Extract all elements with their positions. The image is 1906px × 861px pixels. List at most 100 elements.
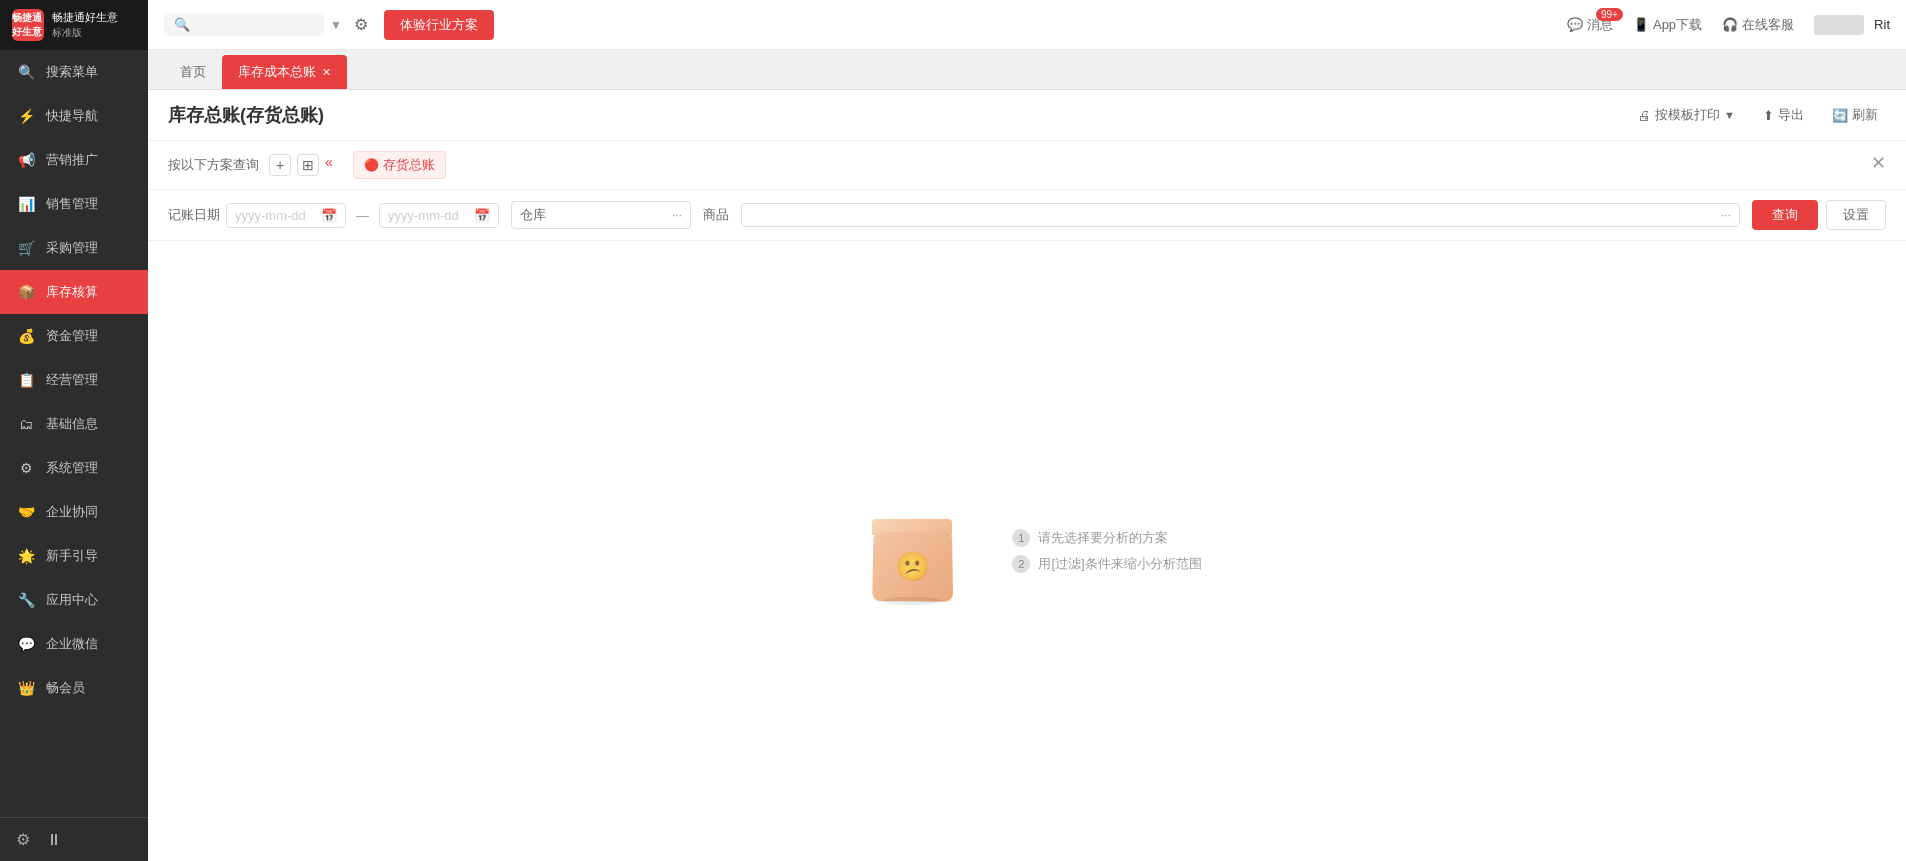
filter-row: 记账日期 yyyy-mm-dd 📅 — yyyy-mm-dd 📅 仓库 ··· bbox=[148, 190, 1906, 241]
main-area: 🔍 ▼ ⚙ 体验行业方案 💬 消息 99+ 📱 App下载 🎧 在线客服 bbox=[148, 0, 1906, 861]
date-label: 记账日期 bbox=[168, 206, 220, 224]
search-icon: 🔍 bbox=[174, 17, 190, 32]
tab-home[interactable]: 首页 bbox=[164, 55, 222, 89]
query-button[interactable]: 查询 bbox=[1752, 200, 1818, 230]
phone-icon: 📱 bbox=[1633, 17, 1649, 32]
settings-button[interactable]: 设置 bbox=[1826, 200, 1886, 230]
tab-close-icon[interactable]: ✕ bbox=[322, 67, 331, 78]
sidebar-item-label: 快捷导航 bbox=[46, 107, 98, 125]
warehouse-input[interactable]: 仓库 ··· bbox=[511, 201, 691, 229]
sidebar-item-label: 企业微信 bbox=[46, 635, 98, 653]
calendar-end-icon[interactable]: 📅 bbox=[474, 208, 490, 223]
wechat-icon: 💬 bbox=[16, 634, 36, 654]
date-start-input[interactable]: yyyy-mm-dd 📅 bbox=[226, 203, 346, 228]
sidebar-item-enterprise-wechat[interactable]: 💬 企业微信 bbox=[0, 622, 148, 666]
empty-tip-2: 2 用[过滤]条件来缩小分析范围 bbox=[1012, 555, 1201, 573]
sidebar-item-label: 资金管理 bbox=[46, 327, 98, 345]
newcomer-icon: 🌟 bbox=[16, 546, 36, 566]
sidebar-item-inventory[interactable]: 📦 库存核算 bbox=[0, 270, 148, 314]
sidebar-item-app-center[interactable]: 🔧 应用中心 bbox=[0, 578, 148, 622]
refresh-label: 刷新 bbox=[1852, 106, 1878, 124]
filter-add-btn[interactable]: + bbox=[269, 154, 291, 176]
print-template-btn[interactable]: 🖨 按模板打印 ▼ bbox=[1630, 102, 1743, 128]
refresh-btn[interactable]: 🔄 刷新 bbox=[1824, 102, 1886, 128]
topbar-dropdown-arrow[interactable]: ▼ bbox=[330, 18, 342, 32]
tab-inventory-ledger-label: 库存成本总账 bbox=[238, 63, 316, 81]
sidebar-item-label: 畅会员 bbox=[46, 679, 85, 697]
sidebar-item-enterprise[interactable]: 🤝 企业协同 bbox=[0, 490, 148, 534]
tip-num-2: 2 bbox=[1012, 555, 1030, 573]
sidebar-logo: 畅捷通好生意 畅捷通好生意 标准版 bbox=[0, 0, 148, 50]
warehouse-more-icon[interactable]: ··· bbox=[672, 208, 682, 222]
sidebar-item-label: 营销推广 bbox=[46, 151, 98, 169]
date-field: 记账日期 yyyy-mm-dd 📅 — yyyy-mm-dd 📅 bbox=[168, 203, 499, 228]
sidebar-item-system[interactable]: ⚙ 系统管理 bbox=[0, 446, 148, 490]
goods-more-icon[interactable]: ··· bbox=[1721, 208, 1731, 222]
sidebar-item-basic-info[interactable]: 🗂 基础信息 bbox=[0, 402, 148, 446]
basic-info-icon: 🗂 bbox=[16, 414, 36, 434]
box-shadow bbox=[882, 597, 942, 605]
warehouse-label: 仓库 bbox=[520, 206, 546, 224]
tab-inventory-ledger[interactable]: 库存成本总账 ✕ bbox=[222, 55, 347, 89]
sidebar-item-label: 基础信息 bbox=[46, 415, 98, 433]
empty-tips: 1 请先选择要分析的方案 2 用[过滤]条件来缩小分析范围 bbox=[1012, 529, 1201, 573]
empty-content: 😕 1 请先选择要分析的方案 2 用[过滤]条件来缩小分析范围 bbox=[852, 501, 1201, 601]
filter-actions: + ⊞ « bbox=[269, 154, 333, 176]
purchase-icon: 🛒 bbox=[16, 238, 36, 258]
sidebar-item-finance[interactable]: 💰 资金管理 bbox=[0, 314, 148, 358]
user-avatar-placeholder bbox=[1814, 15, 1864, 35]
tip-num-1: 1 bbox=[1012, 529, 1030, 547]
topbar-gear-icon[interactable]: ⚙ bbox=[354, 15, 368, 34]
page-header: 库存总账(存货总账) 🖨 按模板打印 ▼ ⬆ 导出 🔄 刷新 bbox=[148, 90, 1906, 141]
app-center-icon: 🔧 bbox=[16, 590, 36, 610]
industry-btn[interactable]: 体验行业方案 bbox=[384, 10, 494, 40]
filter-label: 按以下方案查询 bbox=[168, 156, 259, 174]
settings-footer-icon[interactable]: ⚙ bbox=[16, 830, 30, 849]
search-bar[interactable]: 🔍 bbox=[164, 13, 324, 36]
app-name: 畅捷通好生意 bbox=[52, 10, 118, 25]
sidebar-item-search[interactable]: 🔍 搜索菜单 bbox=[0, 50, 148, 94]
sidebar-nav: 🔍 搜索菜单 ⚡ 快捷导航 📢 营销推广 📊 销售管理 🛒 采购管理 📦 库存核… bbox=[0, 50, 148, 817]
page-title: 库存总账(存货总账) bbox=[168, 103, 324, 127]
content-close-btn[interactable]: ✕ bbox=[1871, 152, 1886, 174]
message-icon: 💬 bbox=[1567, 17, 1583, 32]
sidebar-item-newcomer[interactable]: 🌟 新手引导 bbox=[0, 534, 148, 578]
export-icon: ⬆ bbox=[1763, 108, 1774, 123]
date-separator: — bbox=[356, 208, 369, 223]
empty-state: 😕 1 请先选择要分析的方案 2 用[过滤]条件来缩小分析范围 bbox=[148, 241, 1906, 861]
online-support-item[interactable]: 🎧 在线客服 bbox=[1722, 16, 1794, 34]
sidebar-item-label: 采购管理 bbox=[46, 239, 98, 257]
audio-icon[interactable]: ⏸ bbox=[46, 831, 62, 849]
tabbar: 首页 库存成本总账 ✕ bbox=[148, 50, 1906, 90]
sidebar-item-quick-nav[interactable]: ⚡ 快捷导航 bbox=[0, 94, 148, 138]
search-icon: 🔍 bbox=[16, 62, 36, 82]
filter-right-buttons: 查询 设置 bbox=[1752, 200, 1886, 230]
box-face: 😕 bbox=[873, 531, 954, 602]
sidebar-item-marketing[interactable]: 📢 营销推广 bbox=[0, 138, 148, 182]
sidebar-item-sales[interactable]: 📊 销售管理 bbox=[0, 182, 148, 226]
sidebar-item-label: 经营管理 bbox=[46, 371, 98, 389]
date-end-input[interactable]: yyyy-mm-dd 📅 bbox=[379, 203, 499, 228]
filter-selected: 🔴 存货总账 bbox=[353, 151, 446, 179]
sidebar-item-vip[interactable]: 👑 畅会员 bbox=[0, 666, 148, 710]
vip-icon: 👑 bbox=[16, 678, 36, 698]
app-download-item[interactable]: 📱 App下载 bbox=[1633, 16, 1702, 34]
message-item[interactable]: 💬 消息 99+ bbox=[1567, 16, 1613, 34]
topbar-right: 💬 消息 99+ 📱 App下载 🎧 在线客服 Rit bbox=[1567, 15, 1890, 35]
sidebar: 畅捷通好生意 畅捷通好生意 标准版 🔍 搜索菜单 ⚡ 快捷导航 📢 营销推广 📊… bbox=[0, 0, 148, 861]
filter-view-btn[interactable]: ⊞ bbox=[297, 154, 319, 176]
date-start-placeholder: yyyy-mm-dd bbox=[235, 208, 306, 223]
calendar-start-icon[interactable]: 📅 bbox=[321, 208, 337, 223]
goods-input[interactable]: ··· bbox=[741, 203, 1740, 227]
goods-label: 商品 bbox=[703, 206, 729, 224]
user-info[interactable]: Rit bbox=[1814, 15, 1890, 35]
app-download-label: App下载 bbox=[1653, 16, 1702, 34]
quick-nav-icon: ⚡ bbox=[16, 106, 36, 126]
filter-collapse-btn[interactable]: « bbox=[325, 154, 333, 176]
export-btn[interactable]: ⬆ 导出 bbox=[1755, 102, 1812, 128]
filter-chip-scheme[interactable]: 🔴 存货总账 bbox=[353, 151, 446, 179]
logo-icon: 畅捷通好生意 bbox=[12, 9, 44, 41]
sidebar-item-purchase[interactable]: 🛒 采购管理 bbox=[0, 226, 148, 270]
tip-text-2: 用[过滤]条件来缩小分析范围 bbox=[1038, 555, 1201, 573]
sidebar-item-operations[interactable]: 📋 经营管理 bbox=[0, 358, 148, 402]
